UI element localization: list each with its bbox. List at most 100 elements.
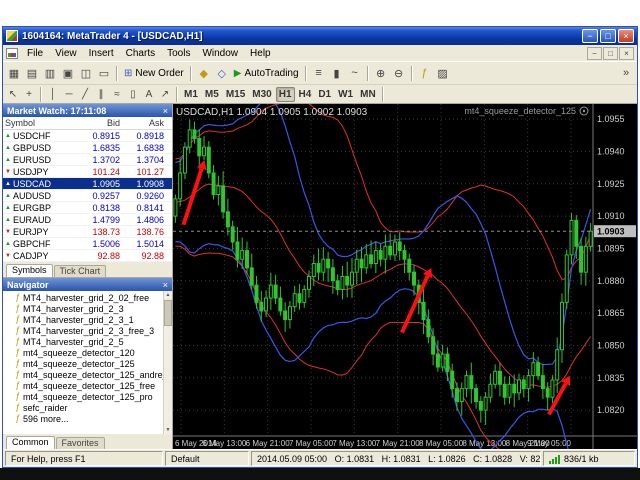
menu-item-view[interactable]: View <box>49 47 83 60</box>
toolbar-overflow-icon[interactable]: » <box>617 64 635 82</box>
shapes-icon[interactable]: ▯ <box>125 87 141 102</box>
terminal-icon[interactable]: ▭ <box>95 64 113 82</box>
timeframe-m5-button[interactable]: M5 <box>202 87 222 102</box>
navigator-tab-favorites[interactable]: Favorites <box>56 437 105 449</box>
menu-item-help[interactable]: Help <box>244 47 277 60</box>
title-bar[interactable]: 1604164: MetaTrader 4 - [USDCAD,H1] − □ … <box>3 27 637 45</box>
svg-text:6 May 13:00: 6 May 13:00 <box>202 439 247 448</box>
symbol-row-eurgbp[interactable]: ▲EURGBP0.81380.8141 <box>3 202 172 214</box>
scrollbar-up-icon[interactable]: ▲ <box>164 291 172 299</box>
zoom-out-icon[interactable]: ⊖ <box>390 64 408 82</box>
navigator-item[interactable]: ƒ596 more... <box>3 413 172 424</box>
child-minimize-button[interactable]: − <box>587 47 602 60</box>
navigator-item[interactable]: ƒMT4_harvester_grid_2_5 <box>3 336 172 347</box>
autotrading-button[interactable]: ▶ AutoTrading <box>231 64 302 82</box>
symbol-row-gbpchf[interactable]: ▲GBPCHF1.50061.5014 <box>3 238 172 250</box>
timeframe-m1-button[interactable]: M1 <box>181 87 201 102</box>
indicator-file-icon: ƒ <box>15 370 20 379</box>
menu-item-window[interactable]: Window <box>196 47 244 60</box>
chart-window-icon[interactable] <box>6 48 18 59</box>
navigator-icon[interactable]: ◫ <box>77 64 95 82</box>
ask-value: 1.3704 <box>123 154 167 165</box>
new-order-button[interactable]: ⊞ New Order <box>121 64 187 82</box>
navigator-item[interactable]: ƒmt4_squeeze_detector_125_free <box>3 380 172 391</box>
menu-item-insert[interactable]: Insert <box>83 47 120 60</box>
column-header-symbol[interactable]: Symbol <box>3 117 71 129</box>
channel-icon[interactable]: ∥ <box>93 87 109 102</box>
line-chart-icon[interactable]: ~ <box>346 64 364 82</box>
zoom-in-icon[interactable]: ⊕ <box>372 64 390 82</box>
navigator-header[interactable]: Navigator × <box>3 278 172 291</box>
scrollbar-down-icon[interactable]: ▼ <box>164 426 172 434</box>
symbol-row-usdjpy[interactable]: ▼USDJPY101.24101.27 <box>3 166 172 178</box>
horizontal-line-icon[interactable]: ─ <box>61 87 77 102</box>
column-header-ask[interactable]: Ask <box>123 117 167 129</box>
market-watch-header[interactable]: Market Watch: 17:11:08 × <box>3 104 172 117</box>
minimize-button[interactable]: − <box>582 29 598 43</box>
timeframe-h4-button[interactable]: H4 <box>296 87 315 102</box>
navigator-tab-common[interactable]: Common <box>6 436 55 449</box>
maximize-button[interactable]: □ <box>600 29 616 43</box>
navigator-item[interactable]: ƒMT4_harvester_grid_2_3_1 <box>3 314 172 325</box>
chart-area[interactable]: 1.09551.09401.09251.09101.08951.08801.08… <box>173 104 637 449</box>
new-chart-icon[interactable]: ▦ <box>5 64 23 82</box>
menu-item-file[interactable]: File <box>21 47 49 60</box>
symbol-row-gbpusd[interactable]: ▲GBPUSD1.68351.6838 <box>3 142 172 154</box>
scripts-icon[interactable]: ◇ <box>213 64 231 82</box>
tick-up-icon: ▲ <box>5 181 11 187</box>
navigator-scrollbar[interactable]: ▲ ▼ <box>163 291 172 434</box>
symbol-row-usdcad[interactable]: ▲USDCAD1.09051.0908 <box>3 178 172 190</box>
timeframe-h1-button[interactable]: H1 <box>276 87 295 102</box>
cursor-icon[interactable]: ↖ <box>5 87 21 102</box>
navigator-item[interactable]: ƒMT4_harvester_grid_2_3 <box>3 303 172 314</box>
profiles-icon[interactable]: ▤ <box>23 64 41 82</box>
status-profile[interactable]: Default <box>165 451 249 466</box>
navigator-item[interactable]: ƒmt4_squeeze_detector_125_andrej <box>3 369 172 380</box>
indicators-icon[interactable]: ƒ <box>416 64 434 82</box>
scrollbar-thumb[interactable] <box>164 300 172 326</box>
symbol-row-usdchf[interactable]: ▲USDCHF0.89150.8918 <box>3 130 172 142</box>
price-chart[interactable]: 1.09551.09401.09251.09101.08951.08801.08… <box>173 104 637 449</box>
symbol-row-eurusd[interactable]: ▲EURUSD1.37021.3704 <box>3 154 172 166</box>
child-restore-button[interactable]: □ <box>603 47 618 60</box>
symbol-row-audusd[interactable]: ▲AUDUSD0.92570.9260 <box>3 190 172 202</box>
market-watch-icon[interactable]: ▥ <box>41 64 59 82</box>
market-watch-tab-tick-chart[interactable]: Tick Chart <box>54 265 107 277</box>
expert-advisors-icon[interactable]: ◆ <box>195 64 213 82</box>
arrow-object-icon[interactable]: ↗ <box>157 87 173 102</box>
symbol-row-cadjpy[interactable]: ▼CADJPY92.8892.88 <box>3 250 172 262</box>
navigator-item[interactable]: ƒmt4_squeeze_detector_125 <box>3 358 172 369</box>
svg-text:7 May 21:00: 7 May 21:00 <box>376 439 421 448</box>
timeframe-m30-button[interactable]: M30 <box>249 87 274 102</box>
new-order-label: New Order <box>135 68 183 79</box>
trendline-icon[interactable]: ╱ <box>77 87 93 102</box>
menu-item-tools[interactable]: Tools <box>161 47 196 60</box>
navigator-item[interactable]: ƒMT4_harvester_grid_2_02_free <box>3 292 172 303</box>
navigator-close-icon[interactable]: × <box>163 280 168 290</box>
timeframe-mn-button[interactable]: MN <box>357 87 379 102</box>
close-button[interactable]: × <box>618 29 634 43</box>
symbol-row-euraud[interactable]: ▲EURAUD1.47991.4806 <box>3 214 172 226</box>
navigator-item-label: MT4_harvester_grid_2_02_free <box>23 293 149 303</box>
text-label-icon[interactable]: A <box>141 87 157 102</box>
timeframe-d1-button[interactable]: D1 <box>315 87 334 102</box>
navigator-item[interactable]: ƒmt4_squeeze_detector_120 <box>3 347 172 358</box>
market-watch-close-icon[interactable]: × <box>163 106 168 116</box>
column-header-bid[interactable]: Bid <box>71 117 123 129</box>
child-close-button[interactable]: × <box>619 47 634 60</box>
bar-chart-icon[interactable]: ≡ <box>310 64 328 82</box>
navigator-item[interactable]: ƒmt4_squeeze_detector_125_pro <box>3 391 172 402</box>
candlestick-chart-icon[interactable]: ▮ <box>328 64 346 82</box>
menu-item-charts[interactable]: Charts <box>120 47 161 60</box>
navigator-item[interactable]: ƒsefc_raider <box>3 402 172 413</box>
timeframe-m15-button[interactable]: M15 <box>223 87 248 102</box>
data-window-icon[interactable]: ▣ <box>59 64 77 82</box>
vertical-line-icon[interactable]: │ <box>45 87 61 102</box>
templates-icon[interactable]: ▨ <box>434 64 452 82</box>
fibonacci-icon[interactable]: ≈ <box>109 87 125 102</box>
timeframe-w1-button[interactable]: W1 <box>335 87 356 102</box>
market-watch-tab-symbols[interactable]: Symbols <box>6 264 53 277</box>
crosshair-icon[interactable]: + <box>21 87 37 102</box>
symbol-row-eurjpy[interactable]: ▼EURJPY138.73138.76 <box>3 226 172 238</box>
navigator-item[interactable]: ƒMT4_harvester_grid_2_3_free_3 <box>3 325 172 336</box>
